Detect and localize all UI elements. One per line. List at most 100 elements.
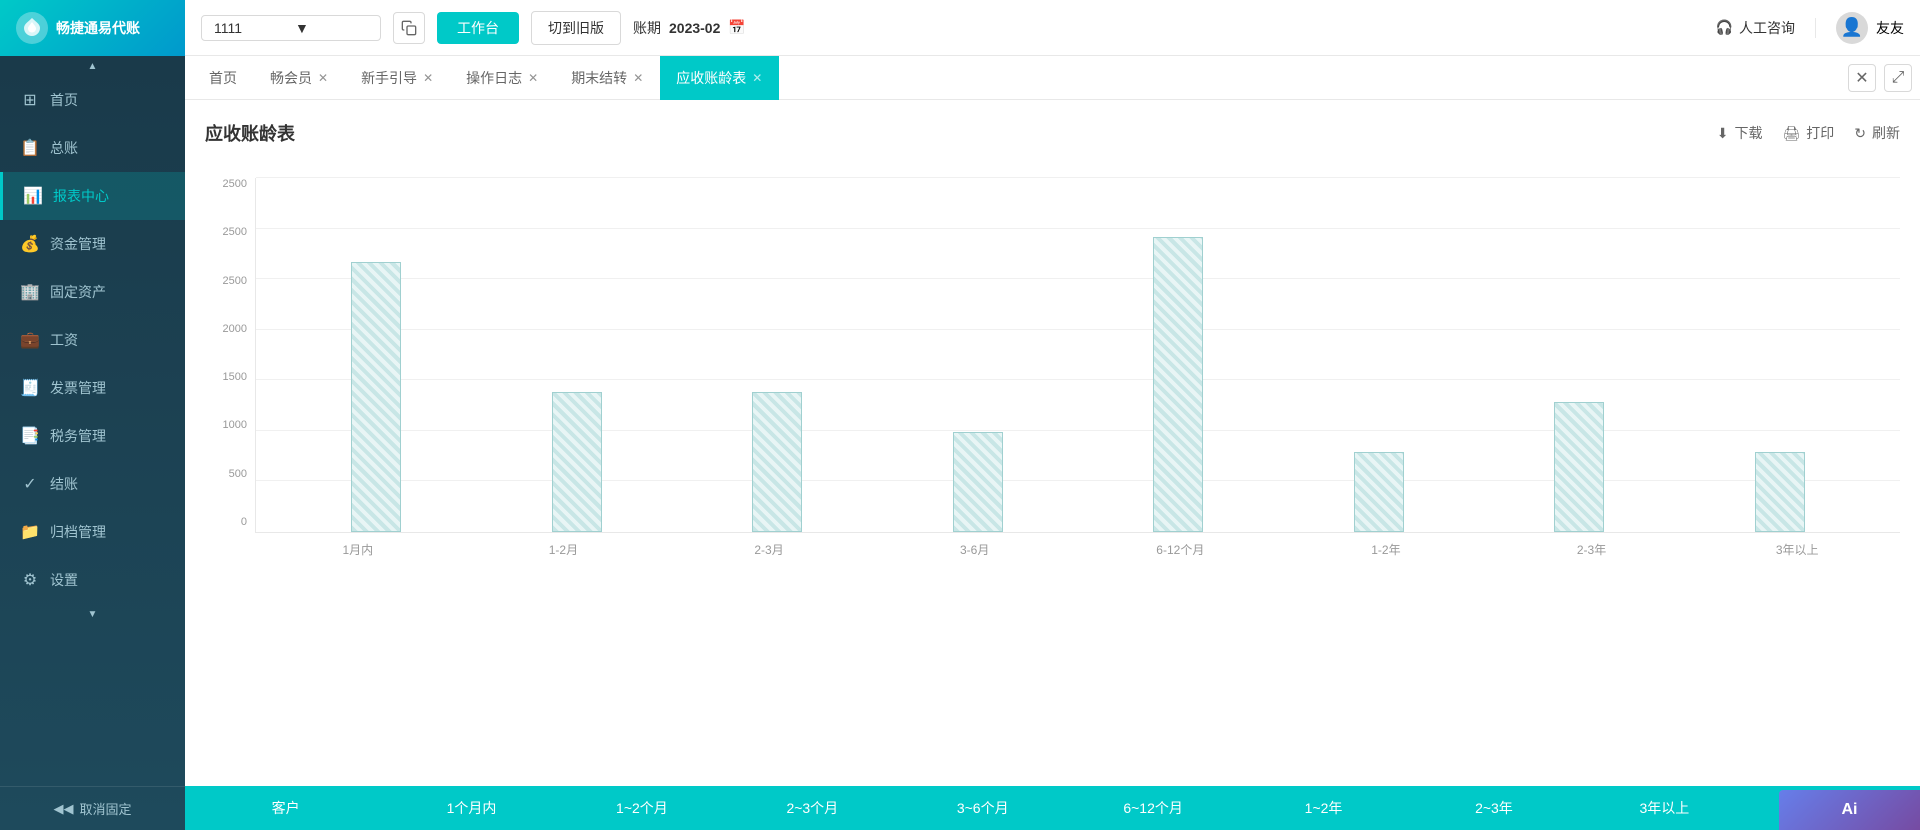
chart-area: 0 500 1000 1500 2000 2500 2500 2500 bbox=[205, 178, 1900, 558]
sidebar-item-ledger-label: 总账 bbox=[50, 138, 78, 158]
sidebar-item-tax[interactable]: 📑 税务管理 bbox=[0, 412, 185, 460]
funds-icon: 💰 bbox=[20, 234, 40, 254]
period-area: 账期 2023-02 📅 bbox=[633, 18, 746, 38]
scroll-up-button[interactable]: ▲ bbox=[0, 56, 185, 76]
sidebar-item-invoice-label: 发票管理 bbox=[50, 378, 106, 398]
cancel-fixed-button[interactable]: ◀◀ 取消固定 bbox=[0, 787, 185, 830]
chart-container: 0 500 1000 1500 2000 2500 2500 2500 bbox=[205, 162, 1900, 582]
x-label-1-2y: 1-2年 bbox=[1356, 541, 1416, 558]
bar-3y-plus-rect bbox=[1755, 452, 1805, 532]
sidebar-bottom: ◀◀ 取消固定 bbox=[0, 786, 185, 830]
y-label-2500c: 2500 bbox=[223, 178, 247, 190]
sidebar-item-ledger[interactable]: 📋 总账 bbox=[0, 124, 185, 172]
sidebar-item-salary[interactable]: 💼 工资 bbox=[0, 316, 185, 364]
refresh-label: 刷新 bbox=[1872, 123, 1900, 143]
bar-1-2y-rect bbox=[1354, 452, 1404, 532]
app-title: 畅捷通易代账 bbox=[56, 18, 140, 38]
bar-jan bbox=[351, 262, 401, 532]
sidebar-item-assets-label: 固定资产 bbox=[50, 282, 106, 302]
tab-member-label: 畅会员 bbox=[270, 68, 312, 88]
page-content: 应收账龄表 ⬇ 下载 🖨 打印 ↻ 刷新 bbox=[185, 100, 1920, 830]
header-content: 1111 ▼ 工作台 切到旧版 账期 2023-02 📅 🎧 人工咨询 👤 友友 bbox=[185, 11, 1920, 45]
settings-icon: ⚙ bbox=[20, 570, 40, 590]
user-area[interactable]: 👤 友友 bbox=[1836, 12, 1904, 44]
ai-badge[interactable]: Ai bbox=[1779, 790, 1920, 830]
bar-1-2m-rect bbox=[552, 392, 602, 532]
x-label-3-6m: 3-6月 bbox=[945, 541, 1005, 558]
tab-guide-close[interactable]: ✕ bbox=[423, 71, 433, 85]
col-3y-plus: 3年以上 bbox=[1579, 798, 1749, 818]
logo-area: 畅捷通易代账 bbox=[0, 0, 185, 56]
header-right: 🎧 人工咨询 👤 友友 bbox=[1716, 12, 1904, 44]
tab-oplog-close[interactable]: ✕ bbox=[528, 71, 538, 85]
ai-badge-label: Ai bbox=[1842, 801, 1858, 819]
close-tab-button[interactable]: ✕ bbox=[1848, 64, 1876, 92]
headset-icon: 🎧 bbox=[1716, 19, 1733, 36]
sidebar-item-close[interactable]: ✓ 结账 bbox=[0, 460, 185, 508]
tab-oplog-label: 操作日志 bbox=[466, 68, 522, 88]
print-button[interactable]: 🖨 打印 bbox=[1782, 123, 1834, 143]
company-selector[interactable]: 1111 ▼ bbox=[201, 15, 381, 41]
sidebar-item-funds[interactable]: 💰 资金管理 bbox=[0, 220, 185, 268]
refresh-button[interactable]: ↻ 刷新 bbox=[1854, 123, 1900, 143]
tab-member[interactable]: 畅会员 ✕ bbox=[254, 56, 345, 100]
page-actions: ⬇ 下载 🖨 打印 ↻ 刷新 bbox=[1717, 123, 1900, 143]
logo-icon bbox=[16, 12, 48, 44]
x-label-3y-plus: 3年以上 bbox=[1767, 541, 1827, 558]
col-2-3m: 2~3个月 bbox=[727, 798, 897, 818]
period-label: 账期 bbox=[633, 18, 661, 38]
consult-label: 人工咨询 bbox=[1739, 18, 1795, 38]
bar-3y-plus bbox=[1755, 452, 1805, 532]
chart-inner: 1月内 1-2月 2-3月 3-6月 6-12个月 1-2年 2-3年 3年以上 bbox=[255, 178, 1900, 558]
tab-oplog[interactable]: 操作日志 ✕ bbox=[450, 56, 555, 100]
sidebar-item-reports-label: 报表中心 bbox=[53, 186, 109, 206]
expand-tab-button[interactable]: ⤢ bbox=[1884, 64, 1912, 92]
content-area: 首页 畅会员 ✕ 新手引导 ✕ 操作日志 ✕ 期末结转 ✕ 应收账龄表 ✕ bbox=[185, 56, 1920, 830]
tab-aging-close[interactable]: ✕ bbox=[752, 71, 762, 85]
sidebar-item-assets[interactable]: 🏢 固定资产 bbox=[0, 268, 185, 316]
sidebar-item-home[interactable]: ⊞ 首页 bbox=[0, 76, 185, 124]
bar-jan-rect bbox=[351, 262, 401, 532]
consult-button[interactable]: 🎧 人工咨询 bbox=[1716, 18, 1795, 38]
refresh-icon: ↻ bbox=[1854, 125, 1866, 142]
col-1m: 1个月内 bbox=[386, 798, 556, 818]
home-icon: ⊞ bbox=[20, 90, 40, 110]
switch-version-button[interactable]: 切到旧版 bbox=[531, 11, 621, 45]
x-label-jan: 1月内 bbox=[328, 541, 388, 558]
tab-period-end-close[interactable]: ✕ bbox=[633, 71, 643, 85]
download-button[interactable]: ⬇ 下载 bbox=[1717, 123, 1763, 143]
company-name: 1111 bbox=[214, 20, 287, 36]
x-label-2-3y: 2-3年 bbox=[1562, 541, 1622, 558]
tab-guide-label: 新手引导 bbox=[361, 68, 417, 88]
cancel-fixed-icon: ◀◀ bbox=[53, 801, 73, 817]
sidebar-item-settings[interactable]: ⚙ 设置 bbox=[0, 556, 185, 604]
print-icon: 🖨 bbox=[1782, 125, 1800, 142]
avatar: 👤 bbox=[1836, 12, 1868, 44]
bar-3-6m bbox=[953, 432, 1003, 532]
col-3-6m: 3~6个月 bbox=[898, 798, 1068, 818]
print-label: 打印 bbox=[1806, 123, 1834, 143]
sidebar-item-reports[interactable]: 📊 报表中心 bbox=[0, 172, 185, 220]
x-label-1-2m: 1-2月 bbox=[533, 541, 593, 558]
ledger-icon: 📋 bbox=[20, 138, 40, 158]
sidebar: ▲ ⊞ 首页 📋 总账 📊 报表中心 💰 资金管理 🏢 固定资产 💼 工资 🧾 … bbox=[0, 56, 185, 830]
close-acct-icon: ✓ bbox=[20, 474, 40, 494]
col-1-2m: 1~2个月 bbox=[557, 798, 727, 818]
main-layout: ▲ ⊞ 首页 📋 总账 📊 报表中心 💰 资金管理 🏢 固定资产 💼 工资 🧾 … bbox=[0, 56, 1920, 830]
workbench-button[interactable]: 工作台 bbox=[437, 12, 519, 44]
scroll-down-button[interactable]: ▼ bbox=[0, 604, 185, 624]
salary-icon: 💼 bbox=[20, 330, 40, 350]
sidebar-item-archive-label: 归档管理 bbox=[50, 522, 106, 542]
copy-button[interactable] bbox=[393, 12, 425, 44]
y-label-500: 500 bbox=[229, 468, 247, 480]
tab-aging[interactable]: 应收账龄表 ✕ bbox=[660, 56, 779, 100]
calendar-icon[interactable]: 📅 bbox=[728, 19, 745, 36]
sidebar-item-tax-label: 税务管理 bbox=[50, 426, 106, 446]
sidebar-item-close-label: 结账 bbox=[50, 474, 78, 494]
sidebar-item-invoice[interactable]: 🧾 发票管理 bbox=[0, 364, 185, 412]
tab-period-end[interactable]: 期末结转 ✕ bbox=[555, 56, 660, 100]
tab-guide[interactable]: 新手引导 ✕ bbox=[345, 56, 450, 100]
tab-member-close[interactable]: ✕ bbox=[318, 71, 328, 85]
tab-home[interactable]: 首页 bbox=[193, 56, 254, 100]
sidebar-item-archive[interactable]: 📁 归档管理 bbox=[0, 508, 185, 556]
